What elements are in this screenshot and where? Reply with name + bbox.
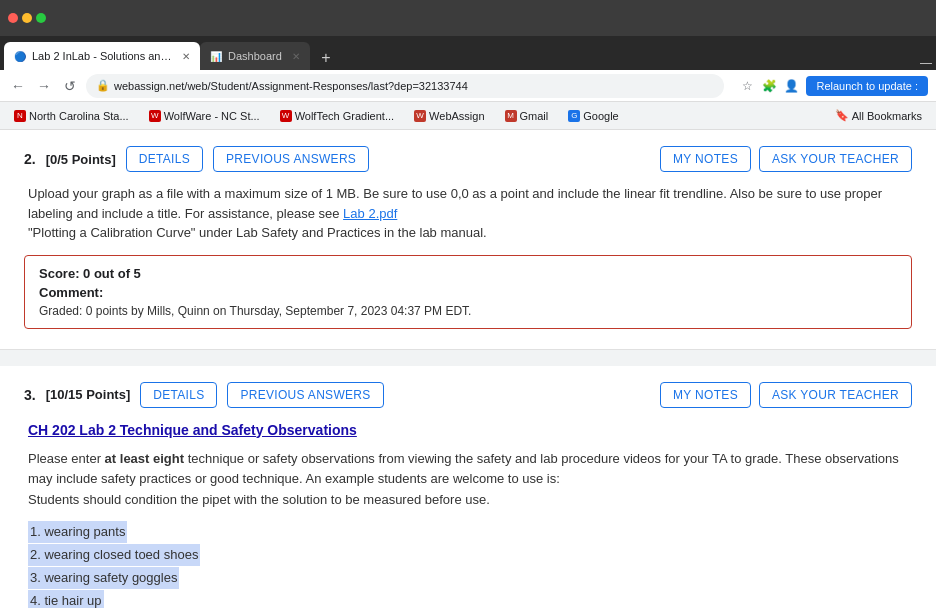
bookmark-webassign[interactable]: W WebAssign — [408, 108, 490, 124]
profile-icon[interactable]: 👤 — [782, 77, 800, 95]
question-2-my-notes-button[interactable]: MY NOTES — [660, 146, 751, 172]
question-3-details-button[interactable]: DETAILS — [140, 382, 217, 408]
observations-description: Please enter at least eight technique or… — [28, 449, 912, 511]
question-2-header: 2. [0/5 Points] DETAILS PREVIOUS ANSWERS… — [24, 146, 912, 172]
forward-button[interactable]: → — [34, 76, 54, 96]
question-2-body: Upload your graph as a file with a maxim… — [28, 184, 912, 243]
google-icon: G — [568, 110, 580, 122]
question-2-prev-answers-button[interactable]: PREVIOUS ANSWERS — [213, 146, 369, 172]
bookmark-google[interactable]: G Google — [562, 108, 624, 124]
answer-item-3: 3. wearing safety goggles — [28, 567, 179, 589]
question-2-number: 2. — [24, 151, 36, 167]
bookmark-star-icon[interactable]: ☆ — [738, 77, 756, 95]
bookmarks-folder-icon: 🔖 — [835, 109, 849, 122]
bookmark-gmail[interactable]: M Gmail — [499, 108, 555, 124]
question-3-block: 3. [10/15 Points] DETAILS PREVIOUS ANSWE… — [0, 366, 936, 609]
refresh-button[interactable]: ↺ — [60, 76, 80, 96]
question-3-body: CH 202 Lab 2 Technique and Safety Observ… — [28, 420, 912, 609]
relaunch-button[interactable]: Relaunch to update : — [806, 76, 928, 96]
bookmark-wolftech[interactable]: W WolfTech Gradient... — [274, 108, 400, 124]
tab2-close-icon[interactable]: ✕ — [292, 51, 300, 62]
answer-list: 1. wearing pants 2. wearing closed toed … — [28, 521, 912, 608]
question-3-my-notes-button[interactable]: MY NOTES — [660, 382, 751, 408]
question-separator — [0, 350, 936, 366]
ncstate-icon: N — [14, 110, 26, 122]
wolftech-icon: W — [280, 110, 292, 122]
minimize-icon[interactable]: — — [920, 56, 932, 70]
question-3-number: 3. — [24, 387, 36, 403]
answer-item-1: 1. wearing pants — [28, 521, 127, 543]
question-3-prev-answers-button[interactable]: PREVIOUS ANSWERS — [227, 382, 383, 408]
question-3-ask-teacher-button[interactable]: ASK YOUR TEACHER — [759, 382, 912, 408]
lab2-pdf-link[interactable]: Lab 2.pdf — [343, 206, 397, 221]
bookmark-ncstate[interactable]: N North Carolina Sta... — [8, 108, 135, 124]
question-2-score: Score: 0 out of 5 — [39, 266, 897, 281]
bookmark-wolfware[interactable]: W WolfWare - NC St... — [143, 108, 266, 124]
address-bar[interactable]: 🔒 webassign.net/web/Student/Assignment-R… — [86, 74, 724, 98]
back-button[interactable]: ← — [8, 76, 28, 96]
question-2-graded-text: Graded: 0 points by Mills, Quinn on Thur… — [39, 304, 897, 318]
tab1-close-icon[interactable]: ✕ — [182, 51, 190, 62]
question-2-details-button[interactable]: DETAILS — [126, 146, 203, 172]
new-tab-button[interactable]: + — [314, 46, 338, 70]
wolfware-icon: W — [149, 110, 161, 122]
tab-dashboard[interactable]: 📊 Dashboard ✕ — [200, 42, 310, 70]
question-2-ask-teacher-button[interactable]: ASK YOUR TEACHER — [759, 146, 912, 172]
tab-lab2[interactable]: 🔵 Lab 2 InLab - Solutions and S... ✕ — [4, 42, 200, 70]
question-3-points: [10/15 Points] — [46, 387, 131, 402]
answer-item-2: 2. wearing closed toed shoes — [28, 544, 200, 566]
extension-icon[interactable]: 🧩 — [760, 77, 778, 95]
question-2-block: 2. [0/5 Points] DETAILS PREVIOUS ANSWERS… — [0, 130, 936, 350]
question-2-comment-label: Comment: — [39, 285, 897, 300]
ch-lab-title: CH 202 Lab 2 Technique and Safety Observ… — [28, 420, 912, 441]
gmail-icon: M — [505, 110, 517, 122]
question-3-header: 3. [10/15 Points] DETAILS PREVIOUS ANSWE… — [24, 382, 912, 408]
bookmark-all[interactable]: 🔖 All Bookmarks — [829, 107, 928, 124]
answer-item-4: 4. tie hair up — [28, 590, 104, 608]
question-2-points: [0/5 Points] — [46, 152, 116, 167]
webassign-icon: W — [414, 110, 426, 122]
question-2-feedback: Score: 0 out of 5 Comment: Graded: 0 poi… — [24, 255, 912, 329]
